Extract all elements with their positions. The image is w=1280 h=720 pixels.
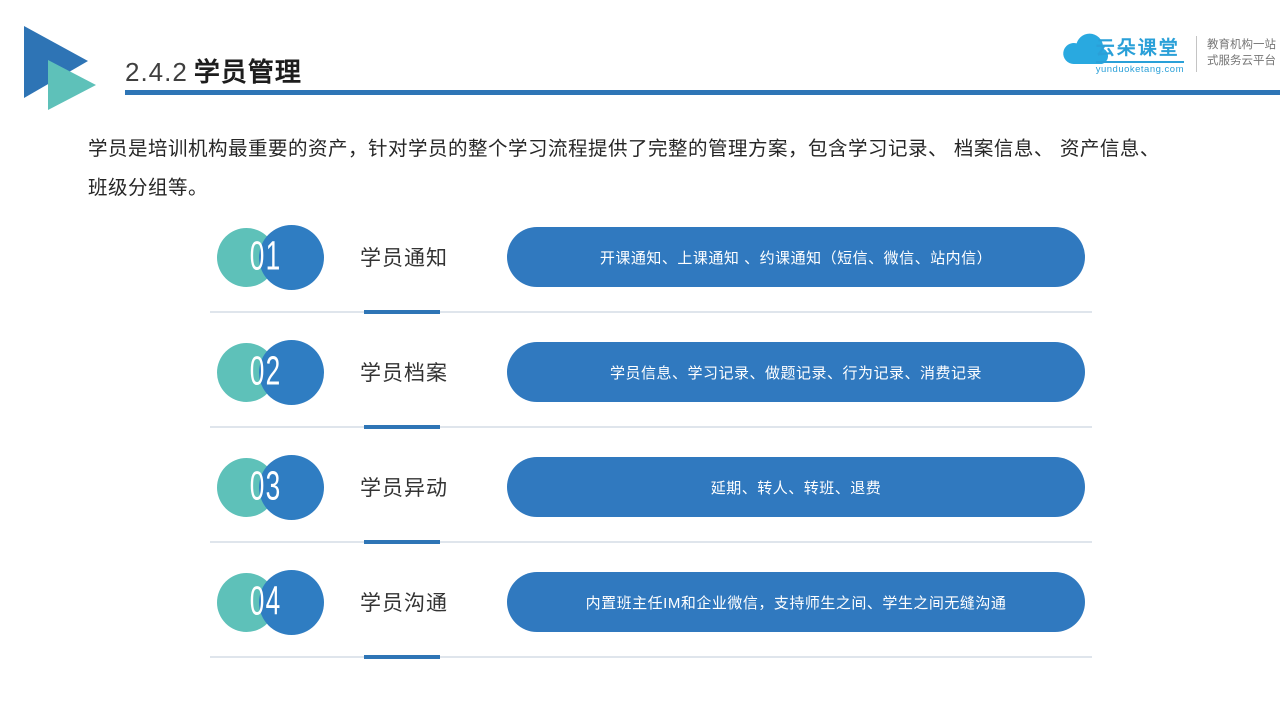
feature-label: 学员异动 (360, 472, 507, 502)
brand-text: 云朵课堂 yunduoketang.com (1096, 33, 1184, 77)
feature-label: 学员通知 (360, 242, 507, 272)
page-title: 2.4.2学员管理 (125, 52, 302, 89)
feature-number: 03 (234, 463, 297, 510)
feature-row-notify: 01 学员通知 开课通知、上课通知 、约课通知（短信、微信、站内信） (210, 227, 1092, 287)
feature-description-pill: 内置班主任IM和企业微信，支持师生之间、学生之间无缝沟通 (507, 572, 1085, 632)
feature-number: 01 (234, 233, 297, 280)
brand-tagline-line2: 式服务云平台 (1207, 53, 1276, 69)
feature-number: 04 (234, 578, 297, 625)
intro-line1: 学员是培训机构最重要的资产，针对学员的整个学习流程提供了完整的管理方案，包含学习… (88, 138, 1160, 160)
section-number: 2.4.2 (125, 57, 188, 87)
separator-accent (364, 540, 440, 544)
feature-label: 学员档案 (360, 357, 507, 387)
feature-row-archive: 02 学员档案 学员信息、学习记录、做题记录、行为记录、消费记录 (210, 342, 1092, 402)
feature-description-pill: 开课通知、上课通知 、约课通知（短信、微信、站内信） (507, 227, 1085, 287)
feature-list: 01 学员通知 开课通知、上课通知 、约课通知（短信、微信、站内信） 02 学员… (210, 227, 1092, 687)
brand-main: 云朵课堂 yunduoketang.com (1060, 30, 1184, 77)
row-separator (210, 656, 1092, 658)
feature-number-badge: 01 (217, 224, 325, 290)
feature-description-pill: 延期、转人、转班、退费 (507, 457, 1085, 517)
separator-accent (364, 655, 440, 659)
slide: 2.4.2学员管理 云朵课堂 yunduoketang.com 教育机构一站 式… (0, 0, 1280, 720)
brand-tagline: 教育机构一站 式服务云平台 (1207, 37, 1276, 71)
brand-logo: 云朵课堂 yunduoketang.com 教育机构一站 式服务云平台 (1060, 30, 1276, 77)
row-separator (210, 311, 1092, 313)
triangle-logo-icon (24, 26, 124, 118)
feature-row-change: 03 学员异动 延期、转人、转班、退费 (210, 457, 1092, 517)
title-underline (125, 90, 1280, 95)
row-separator (210, 541, 1092, 543)
feature-number-badge: 02 (217, 339, 325, 405)
separator-accent (364, 310, 440, 314)
feature-description-pill: 学员信息、学习记录、做题记录、行为记录、消费记录 (507, 342, 1085, 402)
brand-tagline-line1: 教育机构一站 (1207, 37, 1276, 53)
brand-name: 云朵课堂 (1096, 33, 1184, 60)
feature-label: 学员沟通 (360, 587, 507, 617)
feature-number-badge: 04 (217, 569, 325, 635)
intro-line2: 班级分组等。 (88, 177, 208, 199)
feature-number-badge: 03 (217, 454, 325, 520)
feature-number: 02 (234, 348, 297, 395)
feature-row-communicate: 04 学员沟通 内置班主任IM和企业微信，支持师生之间、学生之间无缝沟通 (210, 572, 1092, 632)
brand-domain: yunduoketang.com (1096, 61, 1184, 75)
brand-divider (1196, 36, 1197, 72)
row-separator (210, 426, 1092, 428)
separator-accent (364, 425, 440, 429)
page-title-text: 学员管理 (194, 57, 302, 87)
intro-paragraph: 学员是培训机构最重要的资产，针对学员的整个学习流程提供了完整的管理方案，包含学习… (88, 130, 1223, 208)
